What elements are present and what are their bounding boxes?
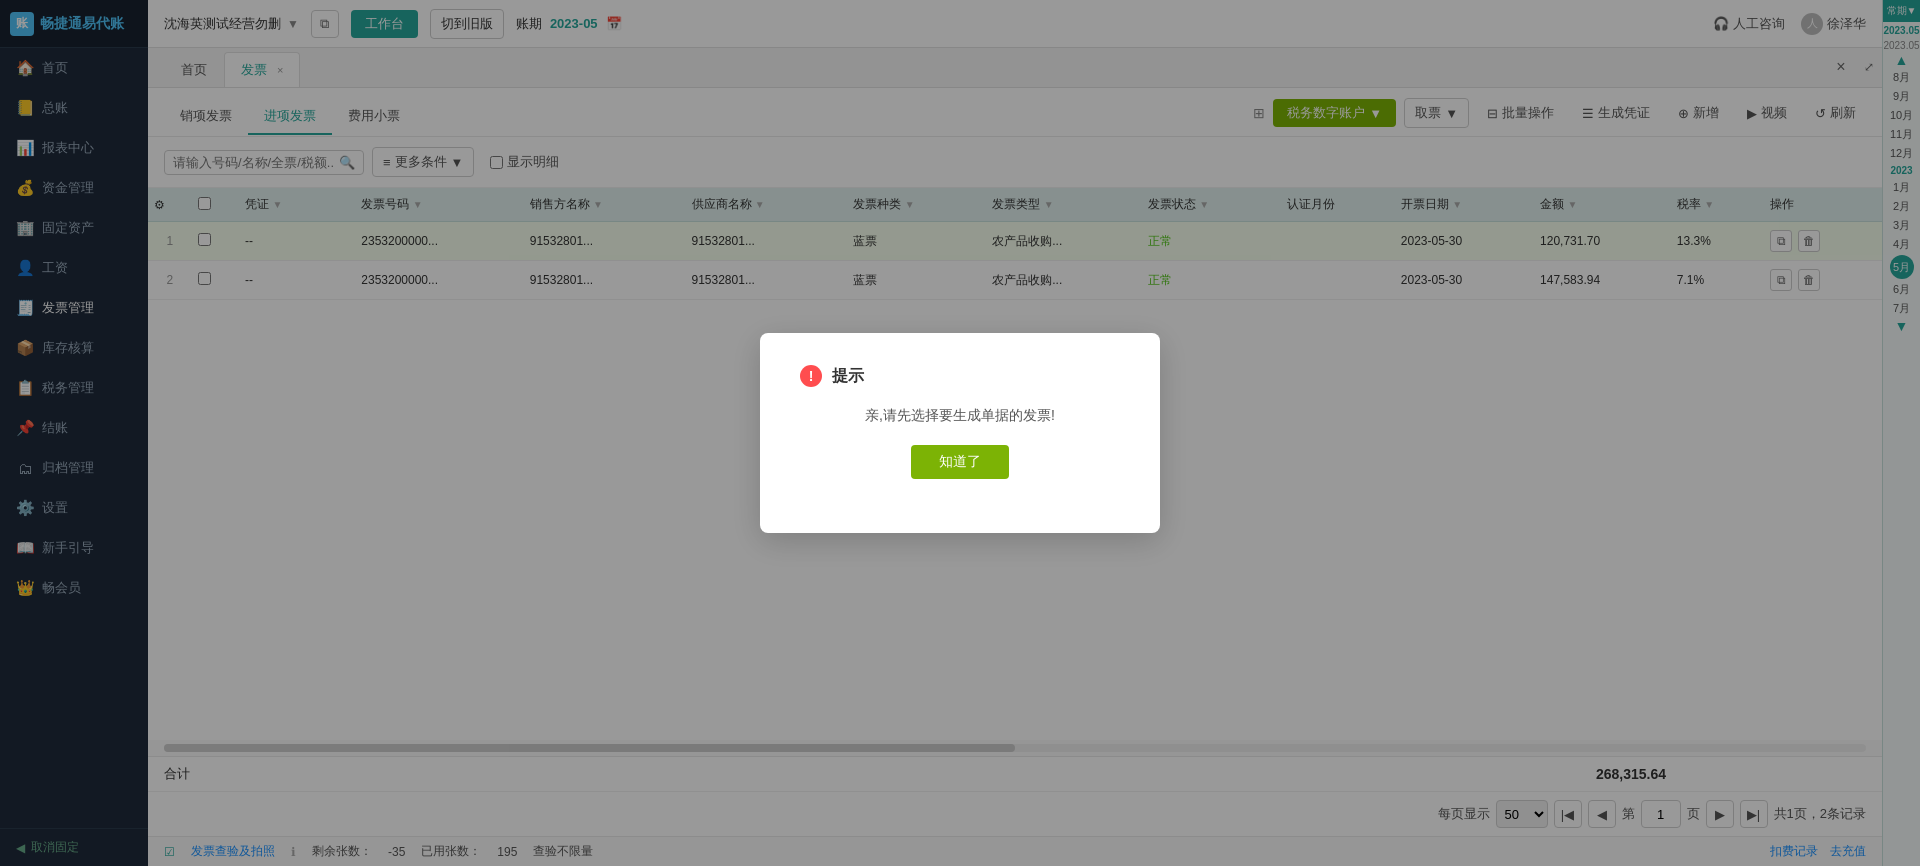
modal-ok-button[interactable]: 知道了 <box>911 445 1009 479</box>
modal-message: 亲,请先选择要生成单据的发票! <box>855 407 1065 425</box>
modal-overlay: ! 提示 亲,请先选择要生成单据的发票! 知道了 <box>0 0 1920 866</box>
alert-modal: ! 提示 亲,请先选择要生成单据的发票! 知道了 <box>760 333 1160 533</box>
modal-footer: 知道了 <box>911 445 1009 479</box>
modal-header: ! 提示 <box>800 365 864 387</box>
modal-title: 提示 <box>832 366 864 387</box>
alert-icon: ! <box>800 365 822 387</box>
